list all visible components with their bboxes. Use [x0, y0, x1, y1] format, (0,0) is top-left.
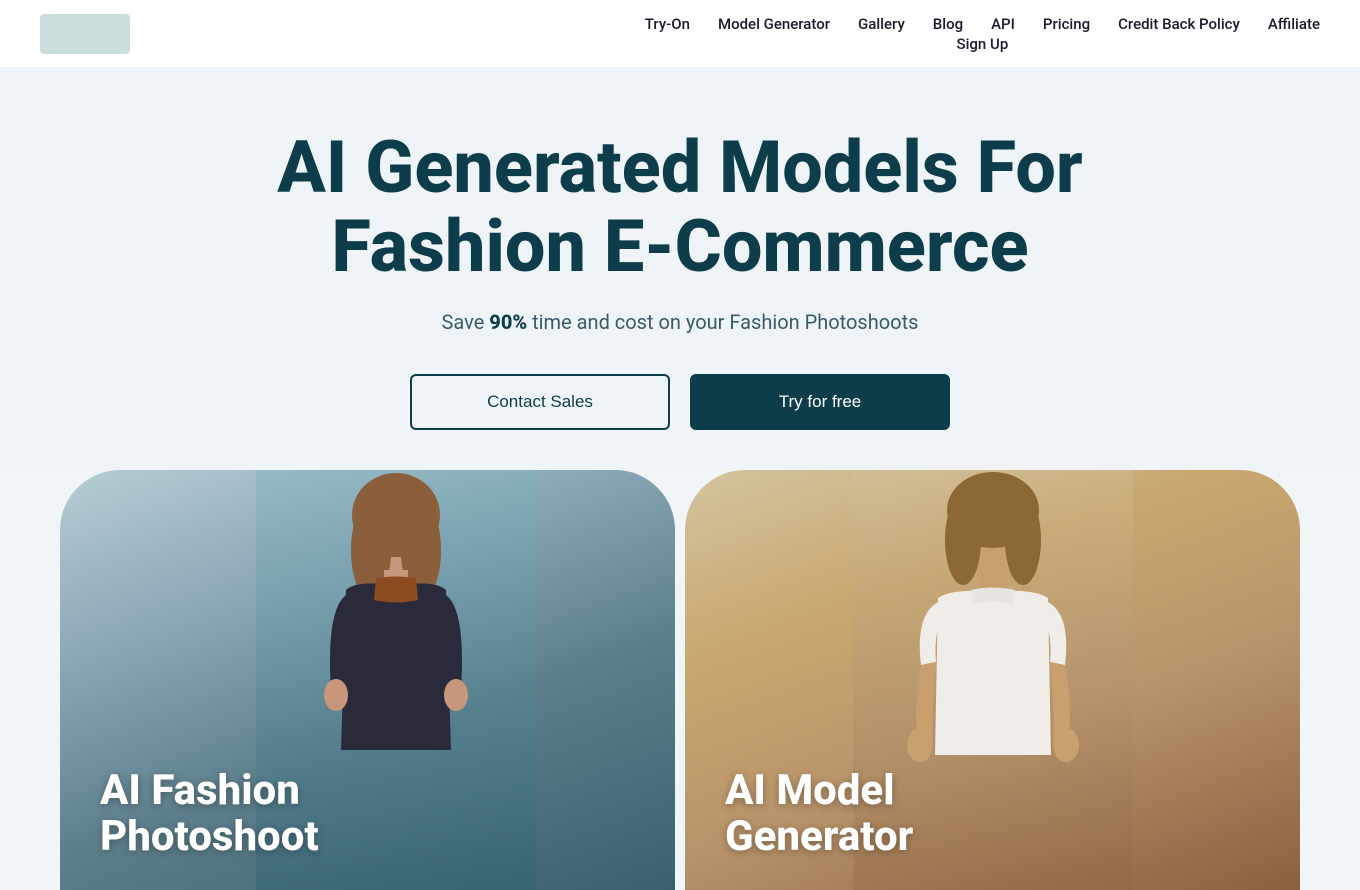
card-model-line1: AI Model: [725, 766, 895, 815]
nav-link-blog[interactable]: Blog: [933, 15, 963, 33]
nav-link-pricing[interactable]: Pricing: [1043, 15, 1090, 33]
nav-link-tryon[interactable]: Try-On: [645, 15, 690, 33]
card-fashion-photoshoot[interactable]: AI Fashion Photoshoot: [60, 470, 675, 890]
nav-link-modelgenerator[interactable]: Model Generator: [718, 15, 830, 33]
hero-title-line1: AI Generated Models For: [277, 125, 1083, 210]
try-for-free-button[interactable]: Try for free: [690, 374, 950, 430]
card-model-label: AI Model Generator: [725, 768, 913, 860]
contact-sales-button[interactable]: Contact Sales: [410, 374, 670, 430]
card-model-line2: Generator: [725, 812, 913, 861]
card-model-generator[interactable]: AI Model Generator: [685, 470, 1300, 890]
nav-links: Try-On Model Generator Gallery Blog API …: [645, 15, 1320, 53]
subtitle-suffix: time and cost on your Fashion Photoshoot…: [527, 310, 918, 334]
subtitle-highlight: 90%: [489, 310, 527, 334]
hero-buttons: Contact Sales Try for free: [410, 374, 950, 430]
logo[interactable]: [40, 14, 130, 54]
card-fashion-label: AI Fashion Photoshoot: [100, 768, 319, 860]
nav-bottom-row: Sign Up: [957, 35, 1009, 53]
hero-section: AI Generated Models For Fashion E-Commer…: [0, 68, 1360, 470]
card-fashion-line1: AI Fashion: [100, 766, 300, 815]
subtitle-prefix: Save: [442, 310, 490, 334]
nav-link-api[interactable]: API: [991, 15, 1015, 33]
nav-link-signup[interactable]: Sign Up: [957, 35, 1009, 53]
nav-link-affiliate[interactable]: Affiliate: [1268, 15, 1320, 33]
nav-link-creditback[interactable]: Credit Back Policy: [1118, 15, 1240, 33]
hero-title: AI Generated Models For Fashion E-Commer…: [277, 128, 1083, 286]
nav-top-row: Try-On Model Generator Gallery Blog API …: [645, 15, 1320, 33]
card-fashion-line2: Photoshoot: [100, 812, 319, 861]
cards-section: AI Fashion Photoshoot: [0, 470, 1360, 890]
nav-link-gallery[interactable]: Gallery: [858, 15, 905, 33]
navbar: Try-On Model Generator Gallery Blog API …: [0, 0, 1360, 68]
hero-title-line2: Fashion E-Commerce: [331, 204, 1028, 289]
hero-subtitle: Save 90% time and cost on your Fashion P…: [442, 310, 919, 334]
